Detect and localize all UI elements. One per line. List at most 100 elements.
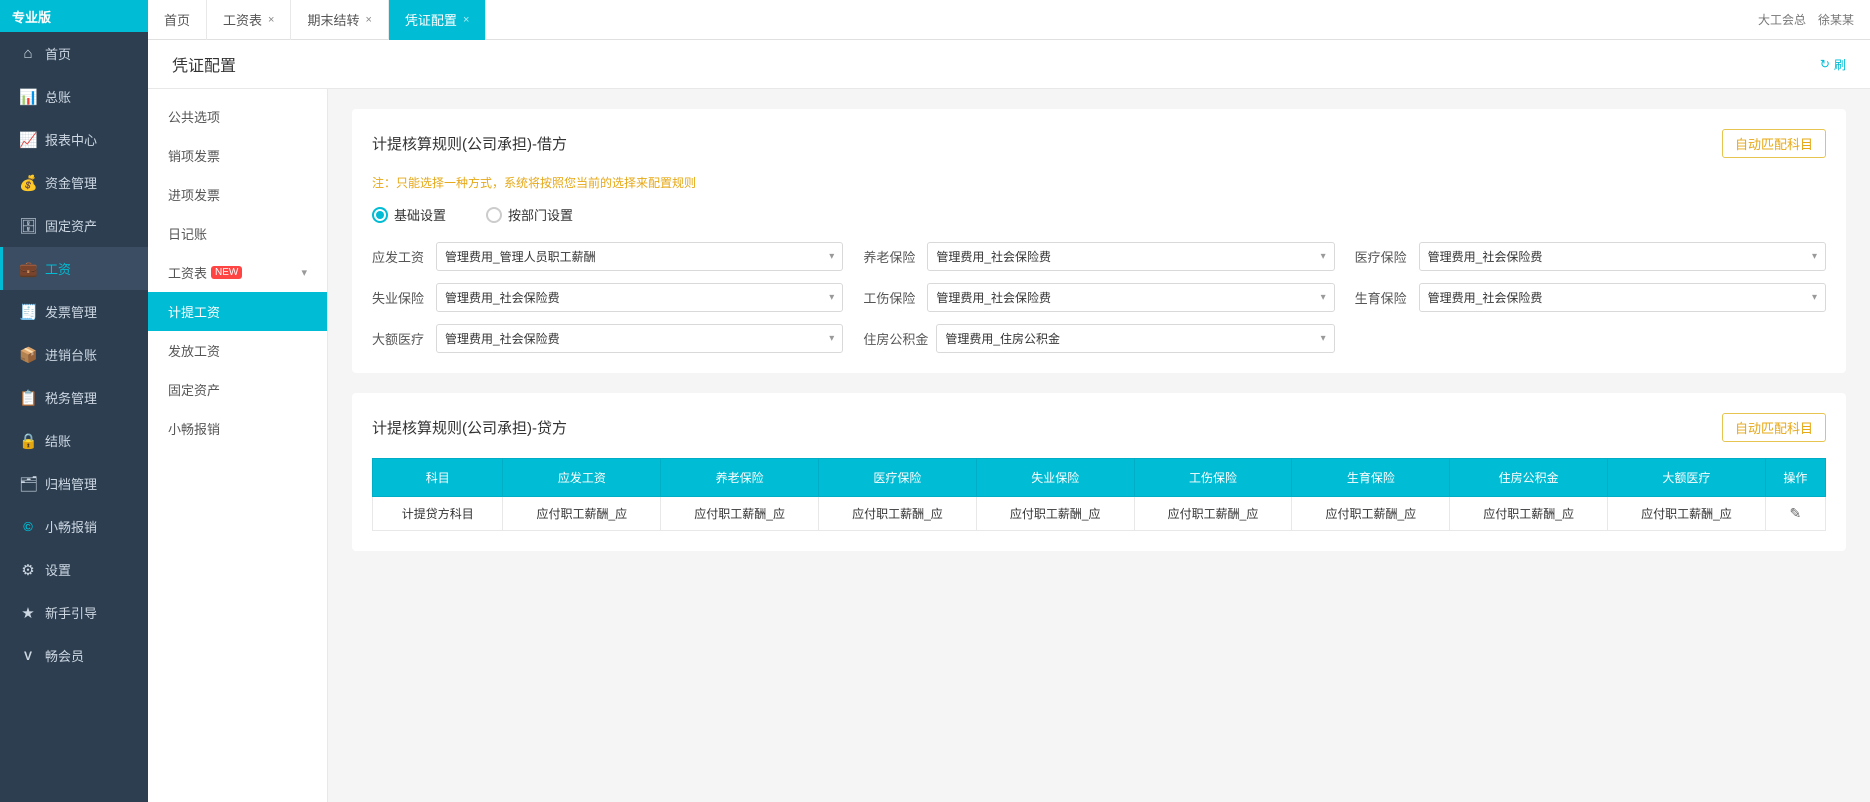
sidebar-item-ledger[interactable]: 📊 总账 xyxy=(0,75,148,118)
form-row-yiliao: 医疗保险 管理费用_社会保险费 ▾ xyxy=(1355,242,1826,271)
nav-calc-salary[interactable]: 计提工资 xyxy=(148,292,327,331)
credit-auto-match-button[interactable]: 自动匹配科目 xyxy=(1722,413,1826,442)
select-yanglao[interactable]: 管理费用_社会保险费 ▾ xyxy=(927,242,1334,271)
th-subject: 科目 xyxy=(373,459,503,497)
select-shengyu-text: 管理费用_社会保险费 xyxy=(1428,289,1812,306)
sidebar-item-settings[interactable]: ⚙ 设置 xyxy=(0,548,148,591)
report-icon: 📈 xyxy=(19,131,37,149)
sidebar-label-archive: 归档管理 xyxy=(45,474,97,493)
nav-public-options[interactable]: 公共选项 xyxy=(148,97,327,136)
debit-section: 计提核算规则(公司承担)-借方 自动匹配科目 注：只能选择一种方式，系统将按照您… xyxy=(352,109,1846,373)
sidebar-label-asset: 固定资产 xyxy=(45,216,97,235)
sidebar-item-tax[interactable]: 📋 税务管理 xyxy=(0,376,148,419)
th-yingfa: 应发工资 xyxy=(503,459,661,497)
tab-salary-table-close[interactable]: × xyxy=(268,14,274,26)
sidebar-item-fund[interactable]: 💰 资金管理 xyxy=(0,161,148,204)
td-shiye: 应付职工薪酬_应 xyxy=(976,497,1134,531)
sidebar-item-asset[interactable]: 🗄 固定资产 xyxy=(0,204,148,247)
select-yingfagongzi[interactable]: 管理费用_管理人员职工薪酬 ▾ xyxy=(436,242,843,271)
sidebar-item-archive[interactable]: 🗂 归档管理 xyxy=(0,462,148,505)
xcreport-icon: © xyxy=(19,519,37,534)
debit-auto-match-button[interactable]: 自动匹配科目 xyxy=(1722,129,1826,158)
tax-icon: 📋 xyxy=(19,389,37,407)
sidebar-label-fund: 资金管理 xyxy=(45,173,97,192)
nav-cancel-invoice[interactable]: 销项发票 xyxy=(148,136,327,175)
select-daeyiliao[interactable]: 管理费用_社会保险费 ▾ xyxy=(436,324,843,353)
label-yanglao: 养老保险 xyxy=(863,247,919,266)
th-daeyiliao: 大额医疗 xyxy=(1608,459,1766,497)
nav-fixed-assets[interactable]: 固定资产 xyxy=(148,370,327,409)
debit-section-header: 计提核算规则(公司承担)-借方 自动匹配科目 xyxy=(372,129,1826,158)
credit-title: 计提核算规则(公司承担)-贷方 xyxy=(372,417,567,438)
td-action[interactable]: ✎ xyxy=(1765,497,1825,531)
select-daeyiliao-arrow: ▾ xyxy=(829,333,834,344)
radio-dept[interactable]: 按部门设置 xyxy=(486,205,573,224)
nav-input-invoice[interactable]: 进项发票 xyxy=(148,175,327,214)
fund-icon: 💰 xyxy=(19,174,37,192)
select-gongshang-text: 管理费用_社会保险费 xyxy=(936,289,1320,306)
nav-issue-salary[interactable]: 发放工资 xyxy=(148,331,327,370)
th-gongshang: 工伤保险 xyxy=(1134,459,1292,497)
tab-period-close-close[interactable]: × xyxy=(365,14,371,26)
sidebar-item-report[interactable]: 📈 报表中心 xyxy=(0,118,148,161)
table-header-row: 科目 应发工资 养老保险 医疗保险 失业保险 工伤保险 生育保险 住房公积金 大… xyxy=(373,459,1826,497)
nav-salary-table[interactable]: 工资表 NEW ▾ xyxy=(148,253,327,292)
refresh-button[interactable]: ↻ 刷 xyxy=(1820,56,1846,73)
select-yiliao[interactable]: 管理费用_社会保险费 ▾ xyxy=(1419,242,1826,271)
edit-icon[interactable]: ✎ xyxy=(1790,505,1802,521)
select-yanglao-arrow: ▾ xyxy=(1321,251,1326,262)
tab-home[interactable]: 首页 xyxy=(148,0,207,40)
table-row: 计提贷方科目 应付职工薪酬_应 应付职工薪酬_应 应付职工薪酬_应 应付职工薪酬… xyxy=(373,497,1826,531)
tab-salary-table-label: 工资表 xyxy=(223,10,262,29)
tab-period-close-label: 期末结转 xyxy=(307,10,359,29)
th-action: 操作 xyxy=(1765,459,1825,497)
sidebar-item-invoice[interactable]: 🧾 发票管理 xyxy=(0,290,148,333)
tab-period-close[interactable]: 期末结转 × xyxy=(291,0,388,40)
sidebar-label-closing: 结账 xyxy=(45,431,71,450)
salary-icon: 💼 xyxy=(19,260,37,278)
th-gongjijin: 住房公积金 xyxy=(1450,459,1608,497)
sidebar-item-home[interactable]: ⌂ 首页 xyxy=(0,32,148,75)
label-shiye: 失业保险 xyxy=(372,288,428,307)
content-area: 公共选项 销项发票 进项发票 日记账 工资表 NEW ▾ 计提工资 发放工资 xyxy=(148,89,1870,802)
sidebar-item-newuser[interactable]: ★ 新手引导 xyxy=(0,591,148,634)
settings-icon: ⚙ xyxy=(19,561,37,579)
sidebar-label-member: 畅会员 xyxy=(45,646,84,665)
tab-voucher-config[interactable]: 凭证配置 × xyxy=(389,0,486,40)
form-row-daeyiliao: 大额医疗 管理费用_社会保险费 ▾ xyxy=(372,324,843,353)
select-yingfagongzi-text: 管理费用_管理人员职工薪酬 xyxy=(445,248,829,265)
radio-basic-circle xyxy=(372,207,388,223)
radio-basic[interactable]: 基础设置 xyxy=(372,205,446,224)
label-gongjijin: 住房公积金 xyxy=(863,329,928,348)
expand-icon: ▾ xyxy=(301,266,307,279)
main-area: 首页 工资表 × 期末结转 × 凭证配置 × 大工会总 徐某某 凭证配置 ↻ 刷 xyxy=(148,0,1870,802)
label-yiliao: 医疗保险 xyxy=(1355,247,1411,266)
th-yanglao: 养老保险 xyxy=(661,459,819,497)
nav-xc-expense[interactable]: 小畅报销 xyxy=(148,409,327,448)
select-gongjijin[interactable]: 管理费用_住房公积金 ▾ xyxy=(936,324,1334,353)
th-yiliao: 医疗保险 xyxy=(819,459,977,497)
tab-salary-table[interactable]: 工资表 × xyxy=(207,0,291,40)
sidebar-item-stock[interactable]: 📦 进销台账 xyxy=(0,333,148,376)
nav-journal[interactable]: 日记账 xyxy=(148,214,327,253)
select-shiye[interactable]: 管理费用_社会保险费 ▾ xyxy=(436,283,843,312)
top-right: 大工会总 徐某某 xyxy=(1758,11,1870,28)
select-shengyu[interactable]: 管理费用_社会保险费 ▾ xyxy=(1419,283,1826,312)
sidebar-label-tax: 税务管理 xyxy=(45,388,97,407)
sidebar-item-member[interactable]: V 畅会员 xyxy=(0,634,148,677)
sidebar-item-xcreport[interactable]: © 小畅报销 xyxy=(0,505,148,548)
form-row-gongshang: 工伤保险 管理费用_社会保险费 ▾ xyxy=(863,283,1334,312)
select-gongshang-arrow: ▾ xyxy=(1321,292,1326,303)
sidebar-item-closing[interactable]: 🔒 结账 xyxy=(0,419,148,462)
td-shengyu: 应付职工薪酬_应 xyxy=(1292,497,1450,531)
tab-voucher-config-close[interactable]: × xyxy=(463,14,469,26)
app-logo: 专业版 xyxy=(0,0,148,32)
select-shengyu-arrow: ▾ xyxy=(1812,292,1817,303)
sidebar-item-salary[interactable]: 💼 工资 xyxy=(0,247,148,290)
invoice-icon: 🧾 xyxy=(19,303,37,321)
member-icon: V xyxy=(19,649,37,663)
left-nav: 公共选项 销项发票 进项发票 日记账 工资表 NEW ▾ 计提工资 发放工资 xyxy=(148,89,328,802)
debit-title: 计提核算规则(公司承担)-借方 xyxy=(372,133,567,154)
th-shiye: 失业保险 xyxy=(976,459,1134,497)
select-gongshang[interactable]: 管理费用_社会保险费 ▾ xyxy=(927,283,1334,312)
